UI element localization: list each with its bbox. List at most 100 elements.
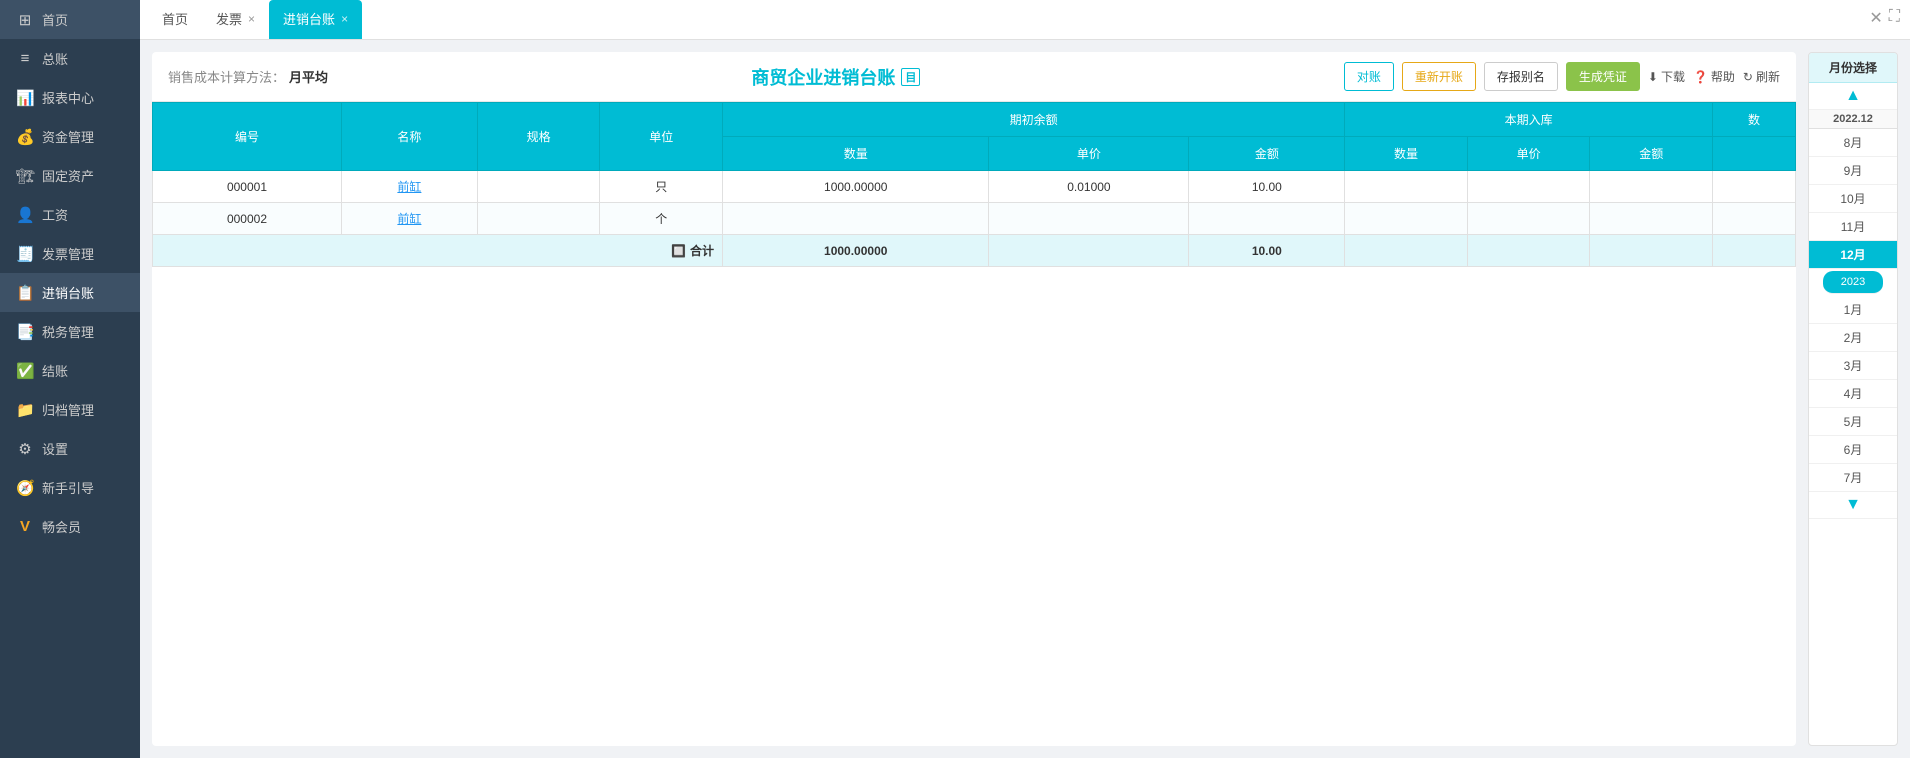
month-item-11[interactable]: 11月 [1809, 213, 1897, 241]
cell-num: 000002 [153, 203, 342, 235]
col-group-inbound: 本期入库 [1345, 103, 1713, 137]
table-row: 000002 前缸 个 [153, 203, 1796, 235]
guide-icon: 🧭 [16, 479, 34, 497]
cell-in-amount [1590, 203, 1713, 235]
cell-open-price: 0.01000 [989, 171, 1189, 203]
tab-home[interactable]: 首页 [148, 0, 202, 39]
archive-icon: 📁 [16, 401, 34, 419]
cell-unit: 只 [600, 171, 723, 203]
month-item-6[interactable]: 6月 [1809, 436, 1897, 464]
sidebar: ⊞ 首页 ≡ 总账 📊 报表中心 💰 资金管理 🏗 固定资产 👤 工资 🧾 发票… [0, 0, 140, 758]
total-extra [1713, 235, 1796, 267]
month-nav-up[interactable]: ▲ [1809, 83, 1897, 110]
col-in-price: 单价 [1467, 137, 1590, 171]
month-item-8[interactable]: 8月 [1809, 129, 1897, 157]
page-title: 商贸企业进销台账 目 [751, 64, 920, 90]
month-item-9[interactable]: 9月 [1809, 157, 1897, 185]
payroll-icon: 👤 [16, 206, 34, 224]
toolbar: 对账 重新开账 存报别名 生成凭证 ⬇ 下载 ❓ 帮助 ↻ [1344, 62, 1780, 91]
close-invoice-tab[interactable]: × [248, 13, 255, 25]
col-open-price: 单价 [989, 137, 1189, 171]
sidebar-item-stock[interactable]: 📋 进销台账 [0, 273, 140, 312]
month-item-5[interactable]: 5月 [1809, 408, 1897, 436]
match-button[interactable]: 对账 [1344, 62, 1394, 91]
sidebar-item-settings[interactable]: ⚙ 设置 [0, 429, 140, 468]
content-area: 销售成本计算方法： 月平均 商贸企业进销台账 目 对账 重新开账 存报别名 生成… [140, 40, 1910, 758]
sidebar-item-payroll[interactable]: 👤 工资 [0, 195, 140, 234]
month-item-1[interactable]: 1月 [1809, 296, 1897, 324]
help-button[interactable]: ❓ 帮助 [1693, 68, 1735, 85]
cell-name[interactable]: 前缸 [341, 203, 477, 235]
cost-label: 销售成本计算方法： [168, 67, 285, 86]
total-open-qty: 1000.00000 [723, 235, 989, 267]
total-open-price [989, 235, 1189, 267]
sidebar-item-funds[interactable]: 💰 资金管理 [0, 117, 140, 156]
cell-unit: 个 [600, 203, 723, 235]
month-item-10[interactable]: 10月 [1809, 185, 1897, 213]
tab-invoice[interactable]: 发票 × [202, 0, 269, 39]
cell-spec [477, 203, 600, 235]
maximize-window-button[interactable]: ⛶ [1889, 8, 1900, 28]
col-extra: 数 [1713, 103, 1796, 137]
cell-num: 000001 [153, 171, 342, 203]
col-in-amount: 金额 [1590, 137, 1713, 171]
cell-open-qty [723, 203, 989, 235]
sidebar-item-member[interactable]: V 畅会员 [0, 507, 140, 546]
ledger-icon: ≡ [16, 50, 34, 67]
download-icon: ⬇ [1648, 70, 1658, 84]
month-item-3[interactable]: 3月 [1809, 352, 1897, 380]
col-unit: 单位 [600, 103, 723, 171]
cost-value: 月平均 [289, 67, 328, 86]
month-item-7[interactable]: 7月 [1809, 464, 1897, 492]
month-nav-down[interactable]: ▼ [1809, 492, 1897, 519]
cell-open-price [989, 203, 1189, 235]
download-button[interactable]: ⬇ 下载 [1648, 68, 1685, 85]
month-item-2[interactable]: 2月 [1809, 324, 1897, 352]
sidebar-item-assets[interactable]: 🏗 固定资产 [0, 156, 140, 195]
sidebar-item-guide[interactable]: 🧭 新手引导 [0, 468, 140, 507]
cell-open-amount: 10.00 [1189, 171, 1345, 203]
tab-bar: 首页 发票 × 进销台账 × [140, 0, 1910, 40]
info-icon[interactable]: 目 [901, 68, 920, 86]
cell-name[interactable]: 前缸 [341, 171, 477, 203]
tab-stock[interactable]: 进销台账 × [269, 0, 362, 39]
month-item-4[interactable]: 4月 [1809, 380, 1897, 408]
col-group-opening: 期初余额 [723, 103, 1345, 137]
assets-icon: 🏗 [16, 167, 34, 185]
table-row: 000001 前缸 只 1000.00000 0.01000 10.00 [153, 171, 1796, 203]
sidebar-item-settle[interactable]: ✅ 结账 [0, 351, 140, 390]
sidebar-item-ledger[interactable]: ≡ 总账 [0, 39, 140, 78]
stock-icon: 📋 [16, 284, 34, 302]
sidebar-item-invoice[interactable]: 🧾 发票管理 [0, 234, 140, 273]
reopen-button[interactable]: 重新开账 [1402, 62, 1476, 91]
col-extra-sub [1713, 137, 1796, 171]
total-in-amount [1590, 235, 1713, 267]
refresh-icon: ↻ [1743, 70, 1753, 84]
year-label-2022: 2022.12 [1809, 110, 1897, 129]
reports-icon: 📊 [16, 89, 34, 107]
sidebar-item-home[interactable]: ⊞ 首页 [0, 0, 140, 39]
close-stock-tab[interactable]: × [341, 13, 348, 25]
cell-in-qty [1345, 171, 1468, 203]
cell-in-price [1467, 203, 1590, 235]
window-controls: ✕ ⛶ [1869, 8, 1900, 28]
col-open-amount: 金额 [1189, 137, 1345, 171]
settle-icon: ✅ [16, 362, 34, 380]
panel-header: 销售成本计算方法： 月平均 商贸企业进销台账 目 对账 重新开账 存报别名 生成… [152, 52, 1796, 102]
sidebar-item-reports[interactable]: 📊 报表中心 [0, 78, 140, 117]
close-window-button[interactable]: ✕ [1869, 8, 1882, 28]
cell-extra [1713, 203, 1796, 235]
sidebar-item-tax[interactable]: 📑 税务管理 [0, 312, 140, 351]
month-item-12[interactable]: 12月 [1809, 241, 1897, 269]
funds-icon: 💰 [16, 128, 34, 146]
sidebar-item-archive[interactable]: 📁 归档管理 [0, 390, 140, 429]
cell-in-qty [1345, 203, 1468, 235]
col-in-qty: 数量 [1345, 137, 1468, 171]
month-panel-title: 月份选择 [1809, 53, 1897, 83]
refresh-button[interactable]: ↻ 刷新 [1743, 68, 1780, 85]
settings-icon: ⚙ [16, 440, 34, 458]
save-name-button[interactable]: 存报别名 [1484, 62, 1558, 91]
table-wrap: 编号 名称 规格 单位 期初余额 本期入库 数 数量 单价 [152, 102, 1796, 746]
cell-open-qty: 1000.00000 [723, 171, 989, 203]
generate-button[interactable]: 生成凭证 [1566, 62, 1640, 91]
